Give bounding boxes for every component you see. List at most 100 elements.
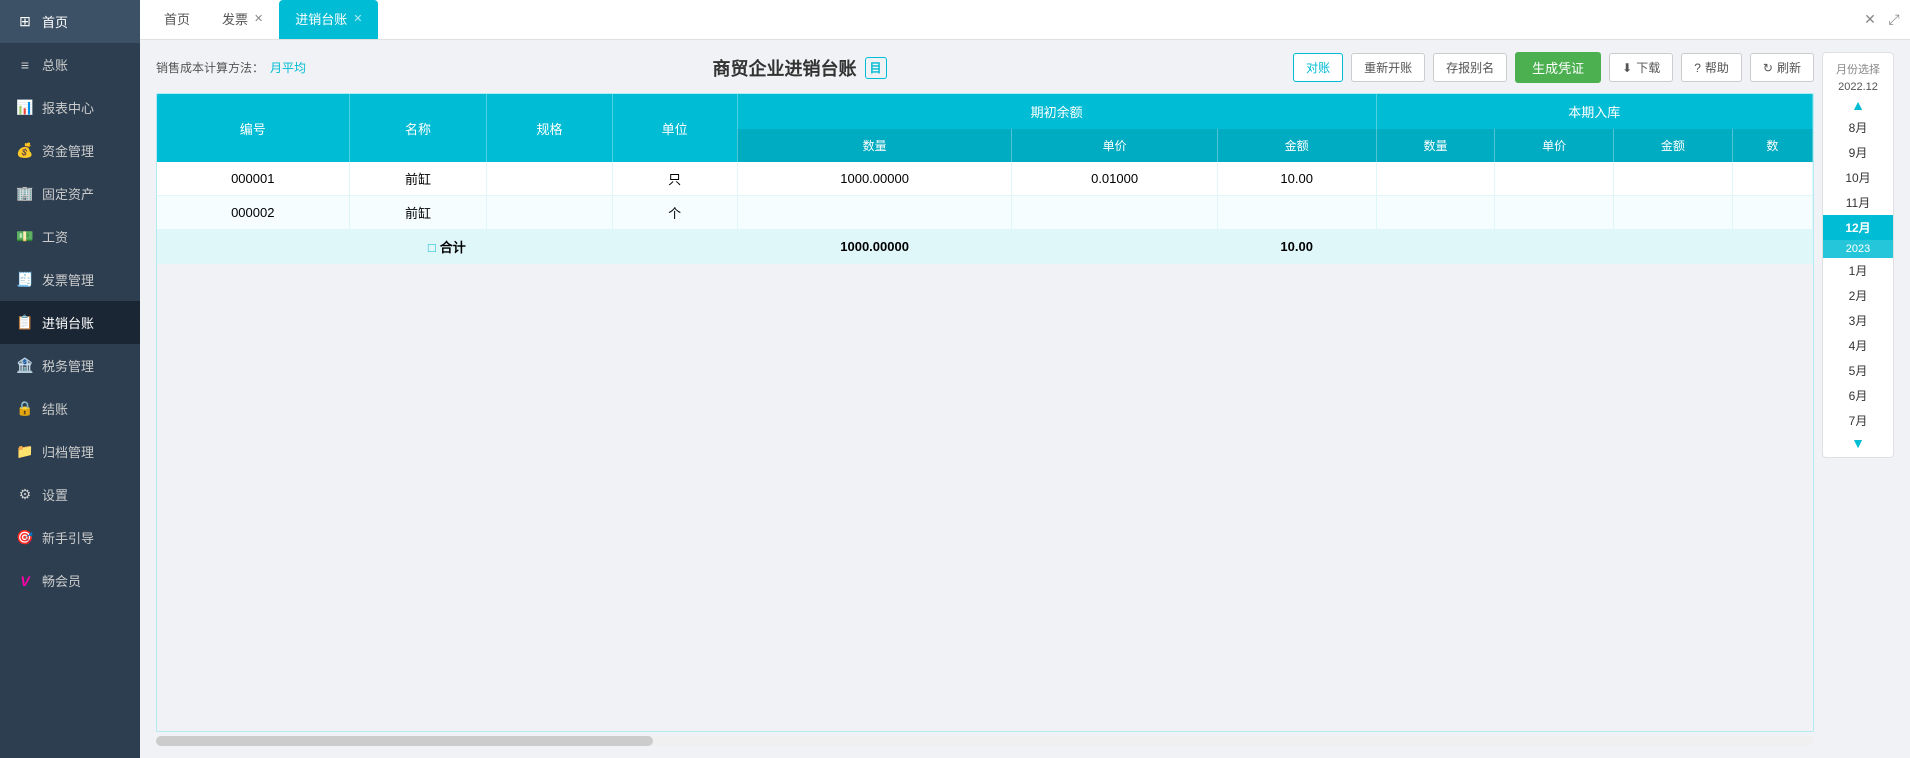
refresh-button[interactable]: ↻ 刷新 [1750, 53, 1814, 82]
ledger-icon: ≡ [16, 57, 34, 73]
month-item-5[interactable]: 5月 [1823, 358, 1893, 383]
cell-init-amount-1: 10.00 [1217, 162, 1376, 196]
cell-in-qty-1 [1376, 162, 1495, 196]
refresh-icon: ↻ [1763, 61, 1773, 75]
col-in-extra: 数 [1732, 129, 1812, 162]
cell-in-price-1 [1495, 162, 1614, 196]
content-area: 销售成本计算方法： 月平均 商贸企业进销台账 目 对账 重新开账 存报别名 生成… [140, 40, 1910, 758]
sidebar-item-assets[interactable]: 🏢 固定资产 [0, 172, 140, 215]
scroll-thumb [156, 736, 653, 746]
cell-name-2: 前缸 [349, 196, 487, 230]
month-scroll-up-button[interactable]: ▲ [1823, 95, 1893, 115]
cell-init-amount-2 [1217, 196, 1376, 230]
sidebar-item-home[interactable]: ⊞ 首页 [0, 0, 140, 43]
cell-in-extra-2 [1732, 196, 1812, 230]
month-item-1[interactable]: 1月 [1823, 258, 1893, 283]
total-in-qty [1376, 230, 1495, 264]
total-in-amount [1614, 230, 1733, 264]
month-item-7[interactable]: 7月 [1823, 408, 1893, 433]
tab-invoice-close[interactable]: ✕ [254, 12, 263, 25]
ledger-table-wrapper: 编号 名称 规格 单位 期初余额 本期入库 数量 单价 金额 数量 [156, 93, 1814, 732]
sidebar-item-ledger[interactable]: ≡ 总账 [0, 43, 140, 86]
cost-method-info: 销售成本计算方法： 月平均 [156, 59, 306, 76]
maximize-window-button[interactable]: ⤢ [1886, 12, 1902, 28]
help-button[interactable]: ? 帮助 [1681, 53, 1742, 82]
title-doc-icon[interactable]: 目 [865, 57, 887, 79]
close-window-button[interactable]: ✕ [1862, 12, 1878, 28]
sidebar-item-trade-ledger[interactable]: 📋 进销台账 [0, 301, 140, 344]
month-selector-title: 月份选择 [1836, 57, 1880, 79]
month-item-2[interactable]: 2月 [1823, 283, 1893, 308]
help-icon: ? [1694, 61, 1701, 75]
sidebar-item-close[interactable]: 🔒 结账 [0, 387, 140, 430]
download-button[interactable]: ⬇ 下载 [1609, 53, 1673, 82]
col-header-id: 编号 [157, 94, 349, 162]
year-2022-label: 2022.12 [1838, 79, 1878, 95]
total-icon: □ [428, 240, 436, 255]
sidebar-item-salary[interactable]: 💵 工资 [0, 215, 140, 258]
save-alias-button[interactable]: 存报别名 [1433, 53, 1507, 82]
tab-trade-ledger[interactable]: 进销台账 ✕ [279, 0, 378, 39]
col-header-unit: 单位 [612, 94, 737, 162]
sidebar-item-invoice-mgmt[interactable]: 🧾 发票管理 [0, 258, 140, 301]
sidebar-item-guide[interactable]: 🎯 新手引导 [0, 516, 140, 559]
trade-ledger-icon: 📋 [16, 314, 34, 331]
month-item-12[interactable]: 12月 [1823, 215, 1893, 240]
action-toolbar: 对账 重新开账 存报别名 生成凭证 ⬇ 下载 ? 帮助 ↻ 刷新 [1293, 52, 1814, 83]
horizontal-scrollbar[interactable] [156, 736, 1814, 746]
col-init-price: 单价 [1012, 129, 1217, 162]
month-item-11[interactable]: 11月 [1823, 190, 1893, 215]
page-title-area: 商贸企业进销台账 目 [713, 55, 887, 81]
table-row: 000001 前缸 只 1000.00000 0.01000 10.00 [157, 162, 1813, 196]
col-header-name: 名称 [349, 94, 487, 162]
cell-spec-2 [487, 196, 612, 230]
main-panel: 销售成本计算方法： 月平均 商贸企业进销台账 目 对账 重新开账 存报别名 生成… [156, 52, 1814, 746]
top-bar: 销售成本计算方法： 月平均 商贸企业进销台账 目 对账 重新开账 存报别名 生成… [156, 52, 1814, 83]
cell-in-amount-1 [1614, 162, 1733, 196]
sidebar-item-vip[interactable]: V 畅会员 [0, 559, 140, 602]
tax-icon: 🏦 [16, 357, 34, 374]
archive-icon: 📁 [16, 443, 34, 460]
sidebar-item-archive[interactable]: 📁 归档管理 [0, 430, 140, 473]
cell-in-amount-2 [1614, 196, 1733, 230]
month-item-8[interactable]: 8月 [1823, 115, 1893, 140]
settings-icon: ⚙ [16, 486, 34, 503]
cell-unit-1: 只 [612, 162, 737, 196]
cell-in-extra-1 [1732, 162, 1812, 196]
col-init-qty: 数量 [737, 129, 1012, 162]
cell-init-qty-1: 1000.00000 [737, 162, 1012, 196]
sidebar-item-settings[interactable]: ⚙ 设置 [0, 473, 140, 516]
generate-voucher-button[interactable]: 生成凭证 [1515, 52, 1601, 83]
sidebar-item-funds[interactable]: 💰 资金管理 [0, 129, 140, 172]
tab-trade-ledger-close[interactable]: ✕ [353, 12, 362, 25]
month-item-10[interactable]: 10月 [1823, 165, 1893, 190]
tab-home[interactable]: 首页 [148, 0, 206, 39]
cell-id-1: 000001 [157, 162, 349, 196]
month-item-6[interactable]: 6月 [1823, 383, 1893, 408]
month-scroll-down-button[interactable]: ▼ [1823, 433, 1893, 453]
reports-icon: 📊 [16, 99, 34, 116]
invoice-icon: 🧾 [16, 271, 34, 288]
sidebar-item-reports[interactable]: 📊 报表中心 [0, 86, 140, 129]
cell-id-2: 000002 [157, 196, 349, 230]
month-item-3[interactable]: 3月 [1823, 308, 1893, 333]
sidebar-item-tax[interactable]: 🏦 税务管理 [0, 344, 140, 387]
total-init-qty: 1000.00000 [737, 230, 1012, 264]
cell-unit-2: 个 [612, 196, 737, 230]
col-group-in: 本期入库 [1376, 94, 1812, 129]
tab-invoice[interactable]: 发票 ✕ [206, 0, 279, 39]
ledger-table: 编号 名称 规格 单位 期初余额 本期入库 数量 单价 金额 数量 [157, 94, 1813, 264]
col-in-price: 单价 [1495, 129, 1614, 162]
page-title: 商贸企业进销台账 [713, 55, 857, 81]
home-icon: ⊞ [16, 13, 34, 30]
total-in-extra [1732, 230, 1812, 264]
col-group-init: 期初余额 [737, 94, 1376, 129]
col-header-spec: 规格 [487, 94, 612, 162]
total-label: □合计 [157, 230, 737, 264]
reopen-button[interactable]: 重新开账 [1351, 53, 1425, 82]
month-item-9[interactable]: 9月 [1823, 140, 1893, 165]
month-item-4[interactable]: 4月 [1823, 333, 1893, 358]
vip-icon: V [16, 573, 34, 589]
reconcile-button[interactable]: 对账 [1293, 53, 1343, 82]
cell-in-price-2 [1495, 196, 1614, 230]
